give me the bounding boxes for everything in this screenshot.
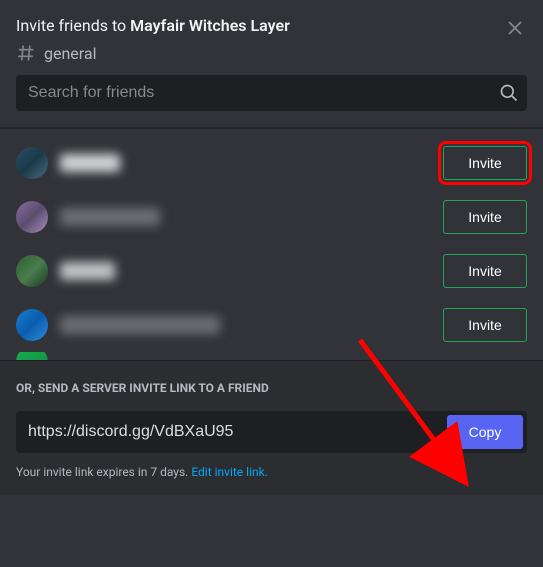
friend-row[interactable]: Invite — [16, 244, 527, 298]
title-server-name: Mayfair Witches Layer — [130, 16, 290, 35]
avatar — [16, 255, 48, 287]
channel-name: general — [44, 44, 97, 63]
friend-name-wrapper — [60, 208, 431, 226]
avatar — [16, 309, 48, 341]
invite-button[interactable]: Invite — [443, 200, 527, 234]
invite-link-section: OR, SEND A SERVER INVITE LINK TO A FRIEN… — [0, 360, 543, 495]
friend-name-wrapper — [60, 316, 431, 334]
friend-row[interactable]: Invite — [16, 190, 527, 244]
search-box — [16, 75, 527, 111]
invite-button[interactable]: Invite — [443, 308, 527, 342]
edit-invite-link[interactable]: Edit invite link. — [191, 465, 268, 479]
avatar — [16, 147, 48, 179]
friend-row[interactable]: Invite — [16, 136, 527, 190]
copy-button[interactable]: Copy — [447, 415, 523, 449]
invite-button[interactable]: Invite — [443, 254, 527, 288]
friend-name — [60, 316, 220, 334]
hash-icon — [16, 43, 36, 63]
search-wrapper — [0, 75, 543, 127]
friend-name — [60, 154, 120, 172]
title-prefix: Invite friends to — [16, 16, 130, 35]
expire-text-row: Your invite link expires in 7 days. Edit… — [16, 465, 527, 479]
expire-text: Your invite link expires in 7 days. — [16, 465, 191, 479]
friend-row[interactable]: Invite — [16, 298, 527, 352]
friend-row[interactable] — [16, 352, 527, 360]
avatar — [16, 201, 48, 233]
channel-selector[interactable]: general — [0, 39, 543, 75]
friend-name-wrapper — [60, 154, 431, 172]
search-input[interactable] — [24, 76, 499, 110]
friend-name-wrapper — [60, 262, 431, 280]
close-icon — [505, 18, 525, 38]
invite-link-label: OR, SEND A SERVER INVITE LINK TO A FRIEN… — [16, 381, 527, 395]
close-button[interactable] — [503, 16, 527, 40]
invite-link-row: Copy — [16, 411, 527, 453]
friends-list[interactable]: Invite Invite Invite Invite — [0, 128, 543, 360]
modal-title: Invite friends to Mayfair Witches Layer — [16, 16, 527, 35]
search-icon — [499, 83, 519, 103]
friend-name — [60, 262, 115, 280]
avatar — [16, 352, 48, 360]
invite-button[interactable]: Invite — [443, 146, 527, 180]
invite-link-input[interactable] — [20, 417, 447, 447]
friend-name — [60, 208, 160, 226]
modal-header: Invite friends to Mayfair Witches Layer — [0, 0, 543, 39]
